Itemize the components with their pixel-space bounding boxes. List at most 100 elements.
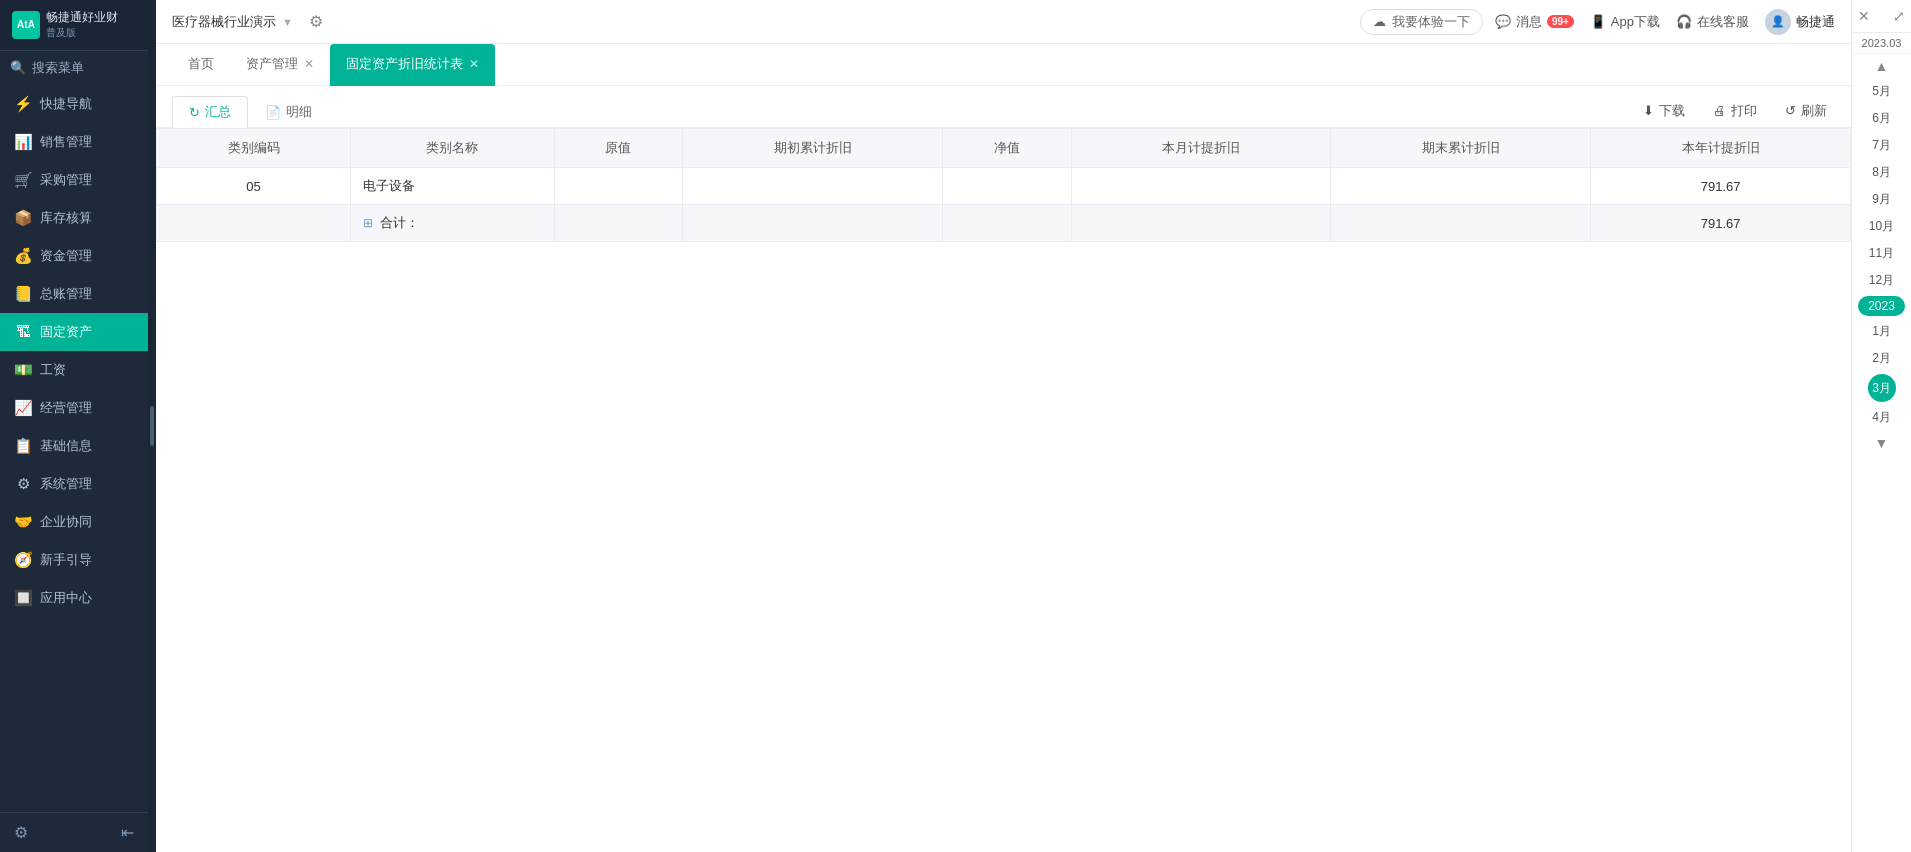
total-net bbox=[942, 205, 1071, 242]
month-7[interactable]: 7月 bbox=[1852, 132, 1911, 159]
month-6[interactable]: 6月 bbox=[1852, 105, 1911, 132]
print-button[interactable]: 🖨 打印 bbox=[1705, 98, 1765, 124]
base-icon: 📋 bbox=[14, 437, 32, 455]
nav-up-arrow[interactable]: ▲ bbox=[1852, 54, 1911, 78]
row-annual: 791.67 bbox=[1591, 168, 1851, 205]
apps-icon: 🔲 bbox=[14, 589, 32, 607]
logo-text: 畅捷通好业财 bbox=[46, 10, 118, 26]
tab-home[interactable]: 首页 bbox=[172, 44, 230, 86]
user-menu[interactable]: 👤 畅捷通 bbox=[1765, 9, 1835, 35]
tab-depreciation[interactable]: 固定资产折旧统计表 ✕ bbox=[330, 44, 495, 86]
sidebar-item-sales[interactable]: 📊 销售管理 bbox=[0, 123, 148, 161]
row-monthly bbox=[1071, 168, 1331, 205]
sidebar-item-ops[interactable]: 📈 经营管理 bbox=[0, 389, 148, 427]
download-icon: 📱 bbox=[1590, 14, 1606, 29]
month-12[interactable]: 12月 bbox=[1852, 267, 1911, 294]
depreciation-table: 类别编码 类别名称 原值 期初累计折旧 净值 本月计提折旧 期末累计折旧 本年计… bbox=[156, 128, 1851, 242]
sub-tabs: ↻ 汇总 📄 明细 ⬇ 下载 🖨 打印 ↺ 刷新 bbox=[156, 86, 1851, 128]
total-initial-accum bbox=[683, 205, 943, 242]
total-annual: 791.67 bbox=[1591, 205, 1851, 242]
sidebar-bottom: ⚙ ⇤ bbox=[0, 812, 148, 852]
col-end-accum: 期末累计折旧 bbox=[1331, 129, 1591, 168]
sidebar-item-inventory[interactable]: 📦 库存核算 bbox=[0, 199, 148, 237]
col-monthly: 本月计提折旧 bbox=[1071, 129, 1331, 168]
col-initial-accum: 期初累计折旧 bbox=[683, 129, 943, 168]
service-icon: 🎧 bbox=[1676, 14, 1692, 29]
sidebar-item-salary[interactable]: 💵 工资 bbox=[0, 351, 148, 389]
search-menu[interactable]: 🔍 搜索菜单 bbox=[0, 51, 148, 85]
online-service-button[interactable]: 🎧 在线客服 bbox=[1676, 13, 1749, 31]
month-9[interactable]: 9月 bbox=[1852, 186, 1911, 213]
sidebar-item-fixed[interactable]: 🏗 固定资产 bbox=[0, 313, 148, 351]
sub-tab-detail[interactable]: 📄 明细 bbox=[248, 96, 329, 128]
right-panel-expand-icon[interactable]: ⤢ bbox=[1893, 8, 1905, 24]
month-11[interactable]: 11月 bbox=[1852, 240, 1911, 267]
logo-icon: AtA bbox=[12, 11, 40, 39]
col-original: 原值 bbox=[554, 129, 683, 168]
topbar: 医疗器械行业演示 ▼ ⚙ ☁ 我要体验一下 💬 消息 99+ 📱 App下载 🎧… bbox=[156, 0, 1851, 44]
download-button[interactable]: ⬇ 下载 bbox=[1635, 98, 1693, 124]
year-badge[interactable]: 2023 bbox=[1858, 296, 1905, 316]
app-download-button[interactable]: 📱 App下载 bbox=[1590, 13, 1660, 31]
month-1[interactable]: 1月 bbox=[1852, 318, 1911, 345]
month-8[interactable]: 8月 bbox=[1852, 159, 1911, 186]
print-icon: 🖨 bbox=[1713, 103, 1726, 118]
total-original bbox=[554, 205, 683, 242]
quick-nav-icon: ⚡ bbox=[14, 95, 32, 113]
month-4[interactable]: 4月 bbox=[1852, 404, 1911, 431]
year-section: 2023.03 ▲ 5月 6月 7月 8月 9月 10月 11月 12月 202… bbox=[1852, 33, 1911, 455]
tab-asset-mgmt-close[interactable]: ✕ bbox=[304, 57, 314, 71]
nav-down-arrow[interactable]: ▼ bbox=[1852, 431, 1911, 455]
sidebar: AtA 畅捷通好业财 普及版 🔍 搜索菜单 ⚡ 快捷导航 📊 销售管理 🛒 采购… bbox=[0, 0, 148, 852]
sub-tab-summary[interactable]: ↻ 汇总 bbox=[172, 96, 248, 128]
experience-button[interactable]: ☁ 我要体验一下 bbox=[1360, 9, 1483, 35]
col-net: 净值 bbox=[942, 129, 1071, 168]
row-end-accum bbox=[1331, 168, 1591, 205]
refresh-button[interactable]: ↺ 刷新 bbox=[1777, 98, 1835, 124]
company-selector[interactable]: 医疗器械行业演示 ▼ bbox=[172, 13, 293, 31]
topbar-settings-icon[interactable]: ⚙ bbox=[309, 12, 323, 31]
avatar: 👤 bbox=[1765, 9, 1791, 35]
corp-icon: 🤝 bbox=[14, 513, 32, 531]
settings-bottom-icon[interactable]: ⚙ bbox=[14, 823, 28, 842]
data-table-wrap: 类别编码 类别名称 原值 期初累计折旧 净值 本月计提折旧 期末累计折旧 本年计… bbox=[156, 128, 1851, 852]
month-3-active[interactable]: 3月 bbox=[1868, 374, 1896, 402]
sidebar-item-finance[interactable]: 💰 资金管理 bbox=[0, 237, 148, 275]
guide-icon: 🧭 bbox=[14, 551, 32, 569]
collapse-icon[interactable]: ⇤ bbox=[121, 823, 134, 842]
logo-sub: 普及版 bbox=[46, 26, 118, 40]
col-annual: 本年计提折旧 bbox=[1591, 129, 1851, 168]
sidebar-item-corp[interactable]: 🤝 企业协同 bbox=[0, 503, 148, 541]
sidebar-item-quick-nav[interactable]: ⚡ 快捷导航 bbox=[0, 85, 148, 123]
content-area: ↻ 汇总 📄 明细 ⬇ 下载 🖨 打印 ↺ 刷新 bbox=[156, 86, 1851, 852]
row-code: 05 bbox=[157, 168, 351, 205]
row-name: 电子设备 bbox=[351, 168, 554, 205]
company-name: 医疗器械行业演示 bbox=[172, 13, 276, 31]
tab-depreciation-close[interactable]: ✕ bbox=[469, 57, 479, 71]
sidebar-item-system[interactable]: ⚙ 系统管理 bbox=[0, 465, 148, 503]
right-panel-close-icon[interactable]: ✕ bbox=[1858, 8, 1870, 24]
total-icon: ⊞ bbox=[363, 216, 373, 230]
month-2[interactable]: 2月 bbox=[1852, 345, 1911, 372]
sidebar-scrollbar[interactable] bbox=[148, 0, 156, 852]
sidebar-item-apps[interactable]: 🔲 应用中心 bbox=[0, 579, 148, 617]
company-dropdown-icon: ▼ bbox=[282, 16, 293, 28]
month-5[interactable]: 5月 bbox=[1852, 78, 1911, 105]
message-button[interactable]: 💬 消息 99+ bbox=[1495, 13, 1574, 31]
month-10[interactable]: 10月 bbox=[1852, 213, 1911, 240]
sidebar-item-purchase[interactable]: 🛒 采购管理 bbox=[0, 161, 148, 199]
search-icon: 🔍 bbox=[10, 60, 26, 75]
right-panel: ✕ ⤢ 2023.03 ▲ 5月 6月 7月 8月 9月 10月 11月 12月… bbox=[1851, 0, 1911, 852]
salary-icon: 💵 bbox=[14, 361, 32, 379]
right-panel-header: ✕ ⤢ bbox=[1852, 0, 1911, 33]
tab-asset-mgmt[interactable]: 资产管理 ✕ bbox=[230, 44, 330, 86]
fixed-icon: 🏗 bbox=[14, 323, 32, 340]
system-icon: ⚙ bbox=[14, 475, 32, 493]
purchase-icon: 🛒 bbox=[14, 171, 32, 189]
sidebar-item-ledger[interactable]: 📒 总账管理 bbox=[0, 275, 148, 313]
scroll-thumb bbox=[150, 406, 154, 446]
finance-icon: 💰 bbox=[14, 247, 32, 265]
sidebar-item-base[interactable]: 📋 基础信息 bbox=[0, 427, 148, 465]
row-initial-accum bbox=[683, 168, 943, 205]
sidebar-item-guide[interactable]: 🧭 新手引导 bbox=[0, 541, 148, 579]
